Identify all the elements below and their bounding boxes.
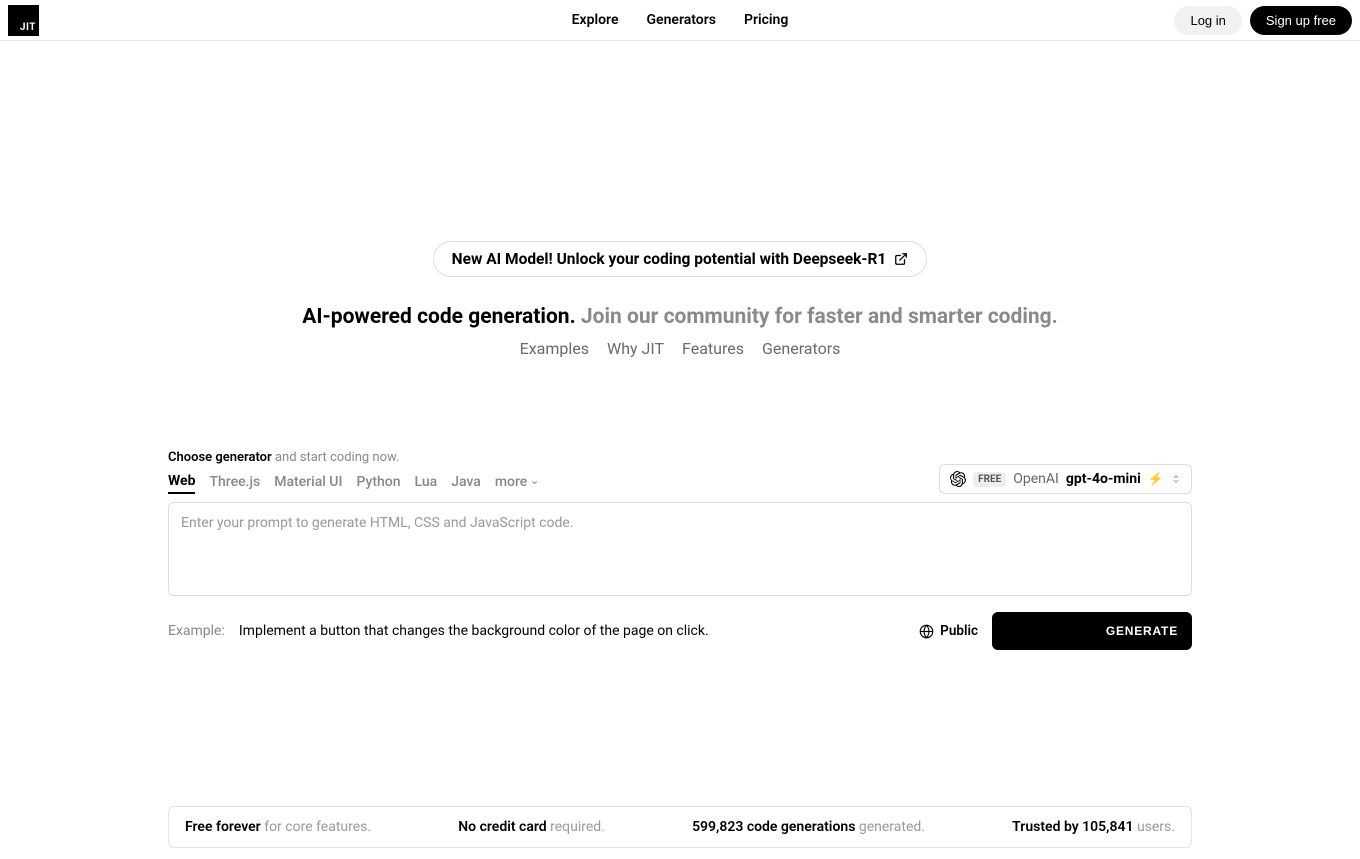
stat-free-bold: Free forever: [185, 819, 261, 835]
chevron-up-down-icon: [1171, 474, 1181, 484]
stat-nocard-bold: No credit card: [458, 819, 546, 835]
globe-icon: [919, 624, 934, 639]
stat-gens-bold: 599,823 code generations: [692, 819, 855, 835]
tab-python[interactable]: Python: [356, 474, 400, 493]
chevron-down-icon: [530, 478, 539, 487]
main: New AI Model! Unlock your coding potenti…: [168, 241, 1192, 650]
headline-muted: Join our community for faster and smarte…: [581, 305, 1058, 329]
model-provider: OpenAI: [1013, 471, 1059, 487]
bolt-icon: ⚡: [1148, 472, 1164, 487]
stat-gens-muted: generated.: [855, 819, 925, 835]
generator-tabs: Web Three.js Material UI Python Lua Java…: [168, 473, 539, 494]
subnav-features[interactable]: Features: [682, 339, 744, 358]
stat-free-muted: for core features.: [261, 819, 371, 835]
generator-top-row: Choose generator and start coding now. W…: [168, 450, 1192, 494]
stat-free: Free forever for core features.: [185, 819, 371, 835]
prompt-input[interactable]: [168, 502, 1192, 596]
tab-java[interactable]: Java: [451, 474, 481, 493]
generate-button[interactable]: GENERATE: [992, 612, 1192, 650]
nav-center: Explore Generators Pricing: [572, 12, 789, 28]
example-text[interactable]: Implement a button that changes the back…: [239, 623, 709, 639]
visibility-toggle[interactable]: Public: [919, 623, 978, 639]
choose-bold: Choose generator: [168, 450, 272, 465]
tab-threejs[interactable]: Three.js: [209, 474, 260, 493]
external-link-icon: [894, 252, 908, 266]
model-selector[interactable]: FREE OpenAI gpt-4o-mini ⚡: [939, 464, 1192, 494]
hero: New AI Model! Unlock your coding potenti…: [168, 241, 1192, 358]
logo[interactable]: JIT: [8, 5, 39, 36]
tab-lua[interactable]: Lua: [415, 474, 438, 493]
tab-materialui[interactable]: Material UI: [274, 474, 342, 493]
stat-users: Trusted by 105,841 users.: [1012, 819, 1175, 835]
generator-block: Choose generator and start coding now. W…: [168, 450, 1192, 650]
stat-nocard-muted: required.: [547, 819, 605, 835]
below-row: Example: Implement a button that changes…: [168, 612, 1192, 650]
login-button[interactable]: Log in: [1174, 6, 1241, 35]
openai-icon: [950, 471, 966, 487]
announcement-text: New AI Model! Unlock your coding potenti…: [452, 250, 887, 268]
stats-bar: Free forever for core features. No credi…: [168, 806, 1192, 848]
stat-gens: 599,823 code generations generated.: [692, 819, 925, 835]
subnav-generators[interactable]: Generators: [762, 339, 840, 358]
headline-main: AI-powered code generation.: [302, 305, 575, 329]
stat-nocard: No credit card required.: [458, 819, 605, 835]
stat-users-muted: users.: [1133, 819, 1175, 835]
subnav-why[interactable]: Why JIT: [607, 339, 664, 358]
tab-web[interactable]: Web: [168, 473, 195, 494]
model-name: gpt-4o-mini: [1066, 471, 1141, 487]
tab-more[interactable]: more: [495, 474, 539, 493]
free-badge: FREE: [973, 472, 1006, 487]
visibility-label: Public: [940, 623, 978, 639]
nav-pricing[interactable]: Pricing: [744, 12, 788, 28]
nav-generators[interactable]: Generators: [647, 12, 716, 28]
header: JIT Explore Generators Pricing Log in Si…: [0, 0, 1360, 41]
nav-explore[interactable]: Explore: [572, 12, 619, 28]
subnav-examples[interactable]: Examples: [520, 339, 589, 358]
nav-right: Log in Sign up free: [1174, 6, 1352, 35]
headline: AI-powered code generation. Join our com…: [168, 305, 1192, 329]
stat-users-bold: Trusted by 105,841: [1012, 819, 1133, 835]
subnav: Examples Why JIT Features Generators: [168, 339, 1192, 358]
announcement-pill[interactable]: New AI Model! Unlock your coding potenti…: [433, 241, 928, 277]
example-label: Example:: [168, 623, 225, 639]
choose-line: Choose generator and start coding now.: [168, 450, 539, 465]
generator-left-col: Choose generator and start coding now. W…: [168, 450, 539, 494]
signup-button[interactable]: Sign up free: [1250, 6, 1352, 35]
choose-muted: and start coding now.: [272, 450, 400, 465]
tab-more-label: more: [495, 474, 527, 490]
